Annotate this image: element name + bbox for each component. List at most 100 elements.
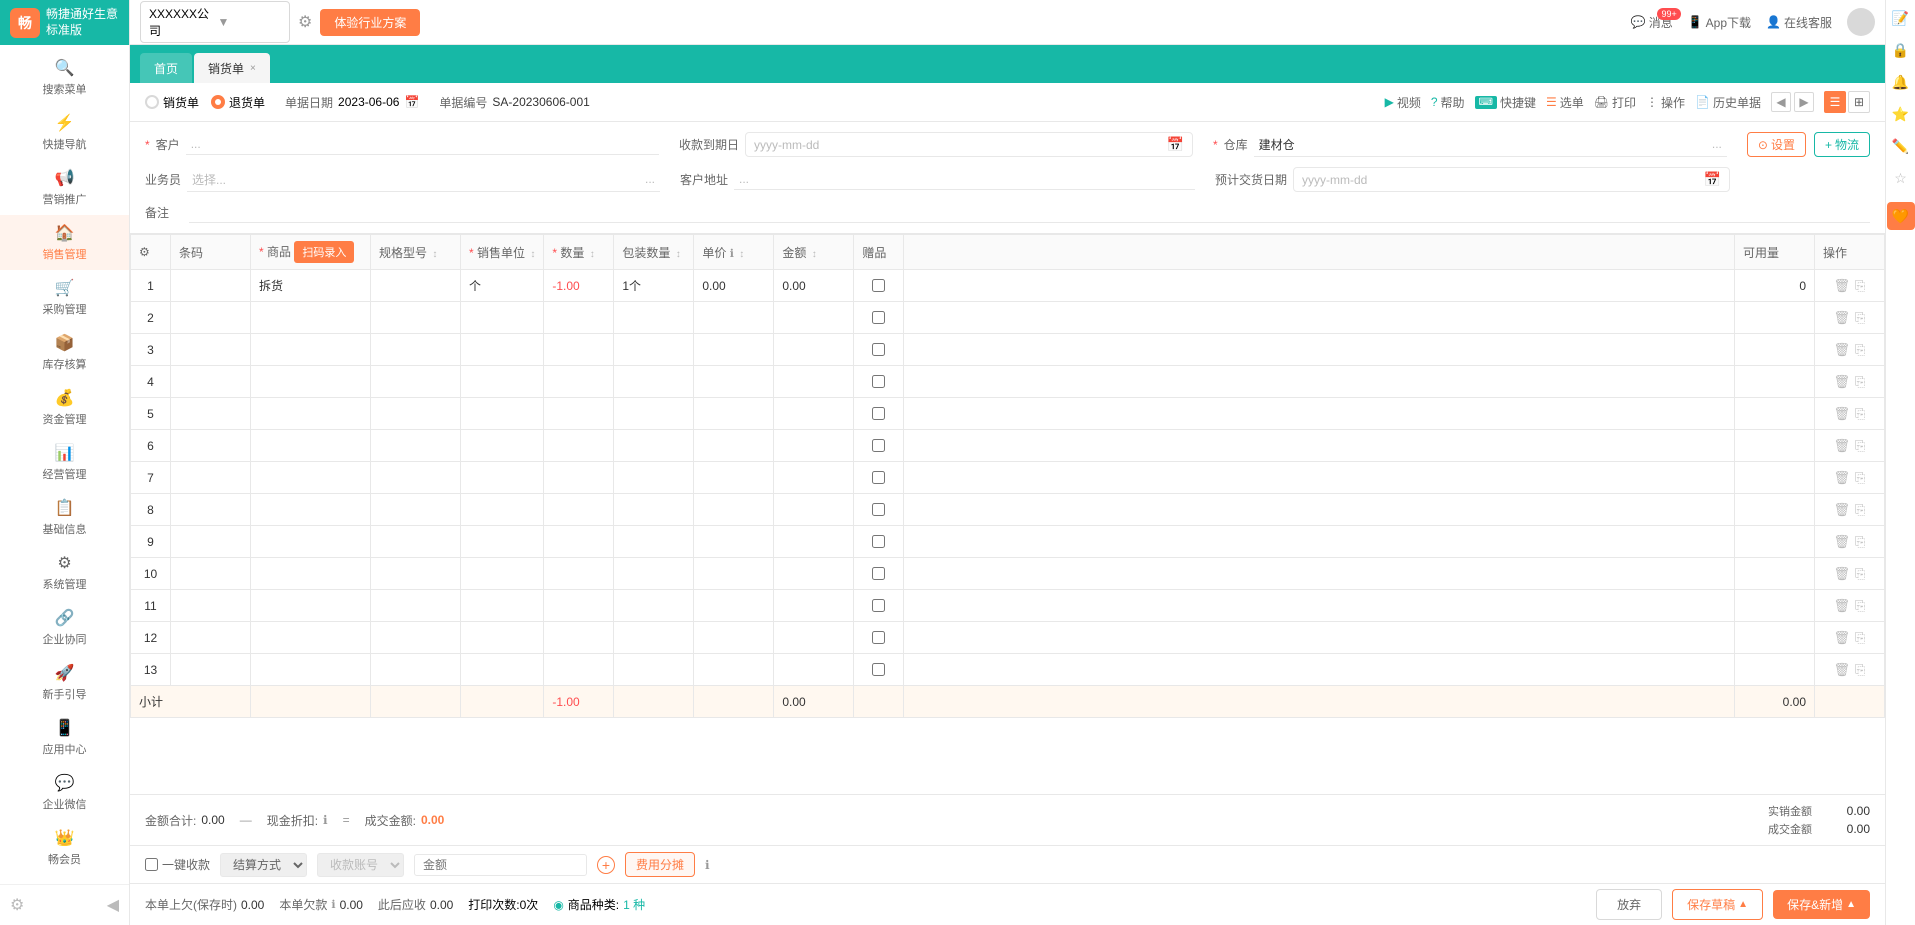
row-amount-4[interactable]	[774, 398, 854, 430]
row-spec-5[interactable]	[371, 430, 461, 462]
row-gift-2[interactable]	[854, 334, 904, 366]
row-delete-icon-12[interactable]: 🗑	[1834, 662, 1851, 678]
sidebar-item-purchase[interactable]: 🛒 采购管理	[0, 270, 129, 325]
row-unit-2[interactable]	[461, 334, 544, 366]
row-spec-11[interactable]	[371, 622, 461, 654]
row-amount-2[interactable]	[774, 334, 854, 366]
row-spec-1[interactable]	[371, 302, 461, 334]
row-price-3[interactable]	[694, 366, 774, 398]
row-pack-11[interactable]	[614, 622, 694, 654]
row-amount-11[interactable]	[774, 622, 854, 654]
row-spec-10[interactable]	[371, 590, 461, 622]
customer-input[interactable]: ...	[186, 134, 659, 155]
row-pack-6[interactable]	[614, 462, 694, 494]
row-pack-10[interactable]	[614, 590, 694, 622]
rs-pen-icon[interactable]: ✏️	[1892, 138, 1909, 155]
row-unit-4[interactable]	[461, 398, 544, 430]
list-view-icon[interactable]: ☰	[1824, 91, 1846, 113]
row-pack-4[interactable]	[614, 398, 694, 430]
operation-btn[interactable]: ⋮ 操作	[1646, 94, 1685, 111]
row-copy-icon-12[interactable]: ⎘	[1855, 662, 1865, 678]
row-delete-icon-11[interactable]: 🗑	[1834, 630, 1851, 646]
row-goods-2[interactable]	[251, 334, 371, 366]
tab-close-icon[interactable]: ×	[250, 63, 256, 74]
row-amount-3[interactable]	[774, 366, 854, 398]
help-btn[interactable]: ? 帮助	[1431, 94, 1465, 111]
row-goods-7[interactable]	[251, 494, 371, 526]
row-gift-3[interactable]	[854, 366, 904, 398]
row-copy-icon-5[interactable]: ⎘	[1855, 438, 1865, 454]
row-delete-icon-10[interactable]: 🗑	[1834, 598, 1851, 614]
print-btn[interactable]: 🖨 打印	[1594, 94, 1636, 111]
row-delete-icon-2[interactable]: 🗑	[1834, 342, 1851, 358]
row-barcode-2[interactable]	[171, 334, 251, 366]
row-price-12[interactable]	[694, 654, 774, 686]
row-unit-0[interactable]: 个	[461, 270, 544, 302]
row-price-2[interactable]	[694, 334, 774, 366]
sidebar-item-inventory[interactable]: 📦 库存核算	[0, 325, 129, 380]
row-pack-7[interactable]	[614, 494, 694, 526]
row-price-11[interactable]	[694, 622, 774, 654]
row-copy-icon-3[interactable]: ⎘	[1855, 374, 1865, 390]
save-new-button[interactable]: 保存&新增 ▲	[1773, 890, 1870, 919]
account-select[interactable]: 收款账号	[317, 853, 404, 877]
user-avatar[interactable]	[1847, 8, 1875, 36]
row-goods-10[interactable]	[251, 590, 371, 622]
sidebar-item-system[interactable]: ⚙ 系统管理	[0, 545, 129, 600]
video-btn[interactable]: ▶ 视频	[1385, 94, 1421, 111]
row-price-10[interactable]	[694, 590, 774, 622]
sidebar-item-marketing[interactable]: 📢 营销推广	[0, 160, 129, 215]
row-barcode-1[interactable]	[171, 302, 251, 334]
row-copy-icon-10[interactable]: ⎘	[1855, 598, 1865, 614]
row-goods-0[interactable]: 拆货	[251, 270, 371, 302]
header-settings-icon[interactable]: ⚙	[298, 12, 312, 32]
row-gift-8[interactable]	[854, 526, 904, 558]
row-barcode-0[interactable]	[171, 270, 251, 302]
row-spec-2[interactable]	[371, 334, 461, 366]
row-goods-5[interactable]	[251, 430, 371, 462]
salesman-input[interactable]: 选择... ...	[187, 168, 660, 192]
sidebar-item-finance[interactable]: 💰 资金管理	[0, 380, 129, 435]
row-barcode-9[interactable]	[171, 558, 251, 590]
row-amount-12[interactable]	[774, 654, 854, 686]
company-select[interactable]: XXXXXX公司 ▼	[140, 1, 290, 43]
row-delete-icon-5[interactable]: 🗑	[1834, 438, 1851, 454]
row-qty-4[interactable]	[544, 398, 614, 430]
row-goods-9[interactable]	[251, 558, 371, 590]
row-amount-7[interactable]	[774, 494, 854, 526]
row-gift-7[interactable]	[854, 494, 904, 526]
row-delete-icon-8[interactable]: 🗑	[1834, 534, 1851, 550]
row-unit-6[interactable]	[461, 462, 544, 494]
row-qty-6[interactable]	[544, 462, 614, 494]
rs-star-icon[interactable]: ⭐	[1892, 106, 1909, 123]
trial-button[interactable]: 体验行业方案	[320, 9, 420, 36]
row-pack-12[interactable]	[614, 654, 694, 686]
row-unit-8[interactable]	[461, 526, 544, 558]
row-goods-12[interactable]	[251, 654, 371, 686]
sidebar-item-guide[interactable]: 🚀 新手引导	[0, 655, 129, 710]
save-draft-button[interactable]: 保存草稿 ▲	[1672, 889, 1763, 920]
row-copy-icon-6[interactable]: ⎘	[1855, 470, 1865, 486]
row-amount-1[interactable]	[774, 302, 854, 334]
row-barcode-4[interactable]	[171, 398, 251, 430]
row-price-4[interactable]	[694, 398, 774, 430]
one-click-checkbox[interactable]	[145, 858, 158, 871]
customer-addr-input[interactable]: ...	[734, 169, 1195, 190]
row-qty-12[interactable]	[544, 654, 614, 686]
row-pack-2[interactable]	[614, 334, 694, 366]
row-delete-icon-3[interactable]: 🗑	[1834, 374, 1851, 390]
message-button[interactable]: 💬 消息 99+	[1631, 14, 1673, 31]
row-qty-5[interactable]	[544, 430, 614, 462]
tab-sales-order[interactable]: 销货单 ×	[194, 53, 270, 83]
row-copy-icon-2[interactable]: ⎘	[1855, 342, 1865, 358]
row-barcode-10[interactable]	[171, 590, 251, 622]
row-price-7[interactable]	[694, 494, 774, 526]
rs-orange-icon[interactable]: 🧡	[1887, 202, 1915, 230]
scan-button[interactable]: 扫码录入	[294, 241, 354, 263]
rs-bell-icon[interactable]: 🔔	[1892, 74, 1909, 91]
payment-method-select[interactable]: 结算方式	[220, 853, 307, 877]
add-payment-btn[interactable]: +	[597, 856, 615, 874]
prev-arrow[interactable]: ◀	[1771, 92, 1791, 112]
row-gift-10[interactable]	[854, 590, 904, 622]
row-goods-6[interactable]	[251, 462, 371, 494]
